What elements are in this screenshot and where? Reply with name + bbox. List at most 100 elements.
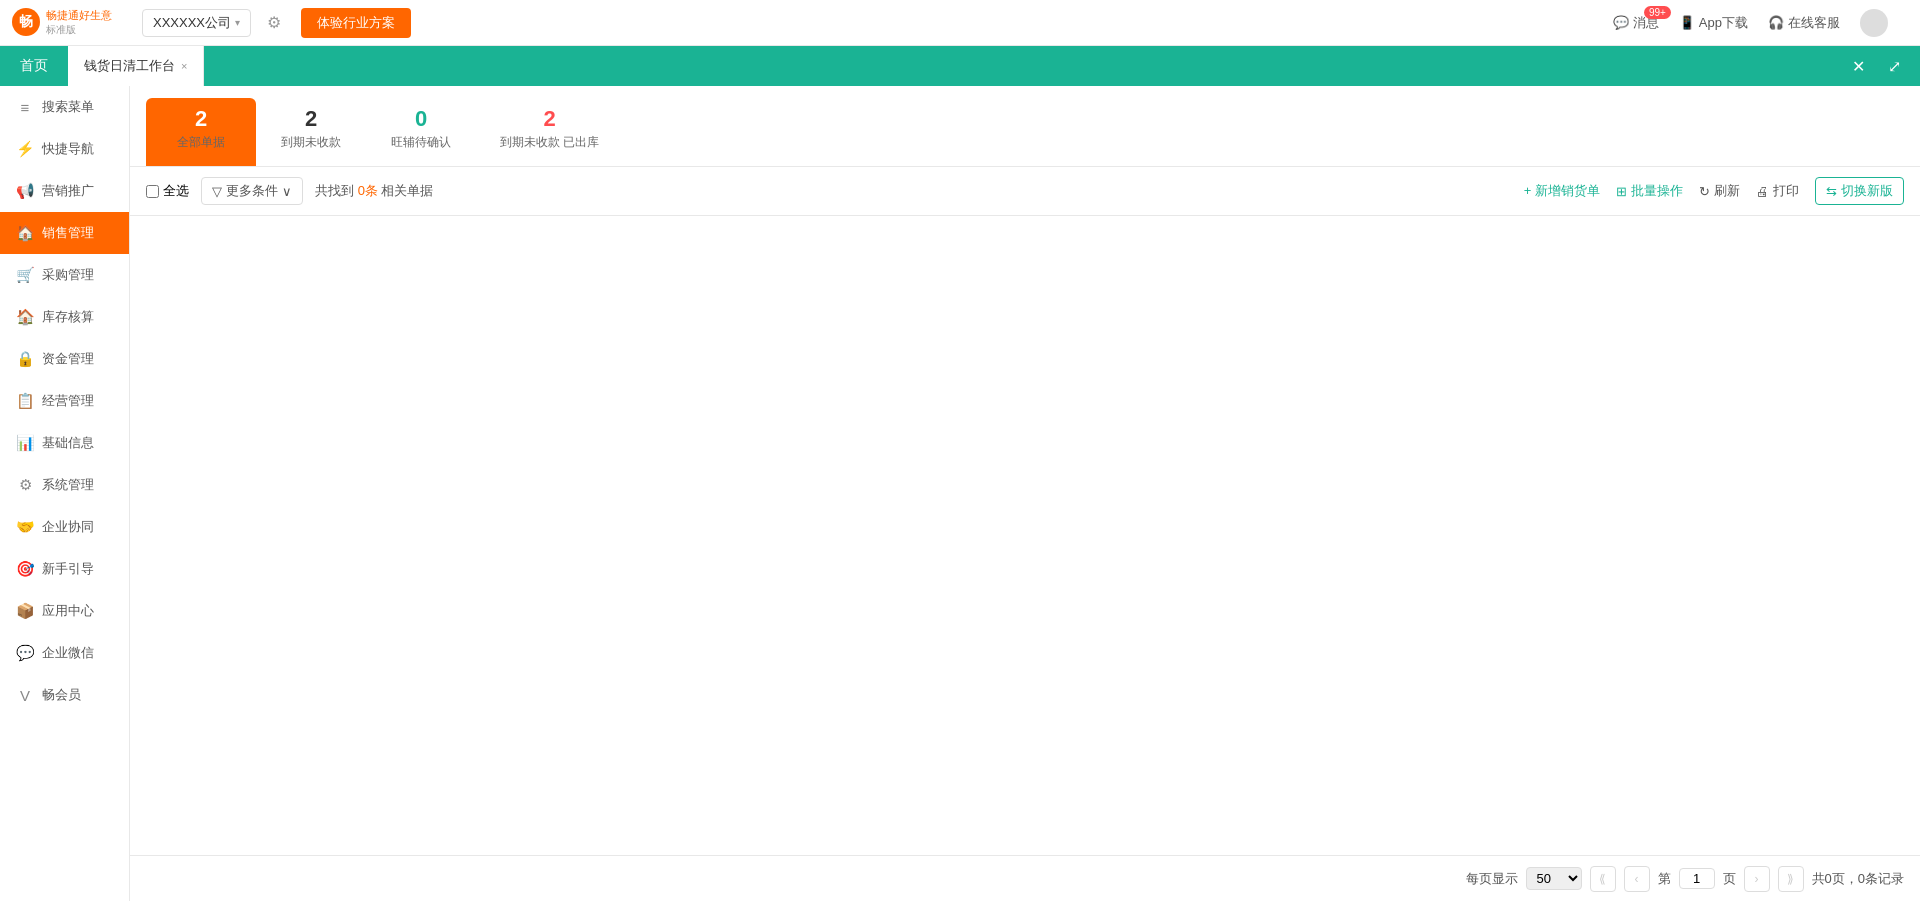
per-page-label: 每页显示 (1466, 870, 1518, 888)
print-icon: 🖨 (1756, 184, 1769, 199)
sidebar-item-apps[interactable]: 📦 应用中心 (0, 590, 129, 632)
print-label: 打印 (1773, 182, 1799, 200)
sidebar-item-inventory[interactable]: 🏠 库存核算 (0, 296, 129, 338)
sidebar-item-guide[interactable]: 🎯 新手引导 (0, 548, 129, 590)
switch-label: 切换新版 (1841, 182, 1893, 200)
sidebar-label-wechat: 企业微信 (42, 644, 94, 662)
logo-area: 畅 畅捷通好生意 标准版 (12, 8, 142, 36)
tab-bar-actions: ✕ ⤢ (1844, 52, 1920, 80)
chevron-down-icon: ∨ (282, 184, 292, 199)
tab-close-icon[interactable]: × (181, 60, 187, 72)
sidebar-item-system[interactable]: ⚙ 系统管理 (0, 464, 129, 506)
messages-badge: 99+ (1644, 6, 1671, 19)
member-icon: V (16, 687, 34, 704)
sidebar-item-operation[interactable]: 📋 经营管理 (0, 380, 129, 422)
sidebar-item-basic-info[interactable]: 📊 基础信息 (0, 422, 129, 464)
stat-label-2: 旺辅待确认 (391, 134, 451, 151)
prev-page-button[interactable]: ‹ (1624, 866, 1650, 892)
last-page-button[interactable]: ⟫ (1778, 866, 1804, 892)
sidebar-item-quick-nav[interactable]: ⚡ 快捷导航 (0, 128, 129, 170)
operation-icon: 📋 (16, 392, 34, 410)
sidebar-item-sales[interactable]: 🏠 销售管理 (0, 212, 129, 254)
sidebar-item-finance[interactable]: 🔒 资金管理 (0, 338, 129, 380)
sidebar-item-member[interactable]: V 畅会员 (0, 674, 129, 716)
select-all-checkbox[interactable]: 全选 (146, 182, 189, 200)
online-service-button[interactable]: 🎧 在线客服 (1768, 14, 1840, 32)
batch-ops-button[interactable]: ⊞ 批量操作 (1616, 182, 1683, 200)
filter-button[interactable]: ▽ 更多条件 ∨ (201, 177, 303, 205)
first-page-button[interactable]: ⟪ (1590, 866, 1616, 892)
download-icon: 📱 (1679, 15, 1695, 30)
batch-icon: ⊞ (1616, 184, 1627, 199)
stat-tab-2[interactable]: 0 旺辅待确认 (366, 98, 476, 166)
app-badge: 标准版 (46, 23, 112, 37)
enterprise-icon: 🤝 (16, 518, 34, 536)
company-selector[interactable]: XXXXXX公司 ▾ (142, 9, 251, 37)
stat-label-3: 到期未收款 已出库 (500, 134, 599, 151)
stats-tabs: 2 全部单据 2 到期未收款 0 旺辅待确认 2 到期未收款 已出库 (130, 86, 1920, 167)
message-icon: 💬 (1613, 15, 1629, 30)
refresh-button[interactable]: ↻ 刷新 (1699, 182, 1740, 200)
filter-icon: ▽ (212, 184, 222, 199)
app-logo: 畅 (12, 8, 40, 36)
tab-close-window-icon[interactable]: ✕ (1844, 52, 1872, 80)
sidebar-item-marketing[interactable]: 📢 营销推广 (0, 170, 129, 212)
stat-tab-0[interactable]: 2 全部单据 (146, 98, 256, 166)
sidebar-label-operation: 经营管理 (42, 392, 94, 410)
stat-tab-1[interactable]: 2 到期未收款 (256, 98, 366, 166)
sidebar: ≡ 搜索菜单 ⚡ 快捷导航 📢 营销推广 🏠 销售管理 🛒 采购管理 🏠 库存核… (0, 86, 130, 901)
system-icon: ⚙ (16, 476, 34, 494)
stat-num-1: 2 (305, 106, 317, 132)
tab-active[interactable]: 钱货日清工作台 × (68, 46, 204, 86)
pagination-bar: 每页显示 102050100 ⟪ ‹ 第 1 页 › ⟫ 共0页，0条记录 (130, 855, 1920, 901)
header-right: 💬 消息 99+ 📱 App下载 🎧 在线客服 (1613, 9, 1908, 37)
select-all-input[interactable] (146, 185, 159, 198)
tab-bar: 首页 钱货日清工作台 × ✕ ⤢ (0, 46, 1920, 86)
page-input[interactable]: 1 (1679, 868, 1715, 889)
next-page-button[interactable]: › (1744, 866, 1770, 892)
page-label: 第 (1658, 870, 1671, 888)
refresh-label: 刷新 (1714, 182, 1740, 200)
search-menu-icon: ≡ (16, 99, 34, 116)
sidebar-label-search-menu: 搜索菜单 (42, 98, 94, 116)
app-download-label: App下载 (1699, 14, 1748, 32)
refresh-icon: ↻ (1699, 184, 1710, 199)
sidebar-label-member: 畅会员 (42, 686, 81, 704)
print-button[interactable]: 🖨 打印 (1756, 182, 1799, 200)
chevron-down-icon: ▾ (235, 17, 240, 28)
total-info: 共0页，0条记录 (1812, 870, 1904, 888)
switch-version-button[interactable]: ⇆ 切换新版 (1815, 177, 1904, 205)
toolbar: 全选 ▽ 更多条件 ∨ 共找到 0条 相关单据 + 新增销货单 ⊞ 批量操作 ↻ (130, 167, 1920, 216)
tab-label: 钱货日清工作台 (84, 57, 175, 75)
sales-icon: 🏠 (16, 224, 34, 242)
sidebar-item-search-menu[interactable]: ≡ 搜索菜单 (0, 86, 129, 128)
stat-num-2: 0 (415, 106, 427, 132)
table-area (130, 216, 1920, 855)
service-icon: 🎧 (1768, 15, 1784, 30)
sidebar-item-wechat[interactable]: 💬 企业微信 (0, 632, 129, 674)
sidebar-label-marketing: 营销推广 (42, 182, 94, 200)
content-area: 2 全部单据 2 到期未收款 0 旺辅待确认 2 到期未收款 已出库 全选 ▽ … (130, 86, 1920, 901)
sidebar-item-enterprise[interactable]: 🤝 企业协同 (0, 506, 129, 548)
quick-nav-icon: ⚡ (16, 140, 34, 158)
sidebar-label-apps: 应用中心 (42, 602, 94, 620)
sidebar-label-purchase: 采购管理 (42, 266, 94, 284)
switch-icon: ⇆ (1826, 184, 1837, 199)
stat-tab-3[interactable]: 2 到期未收款 已出库 (476, 98, 623, 166)
select-all-label: 全选 (163, 182, 189, 200)
experience-button[interactable]: 体验行业方案 (301, 8, 411, 38)
per-page-select[interactable]: 102050100 (1526, 867, 1582, 890)
sidebar-item-purchase[interactable]: 🛒 采购管理 (0, 254, 129, 296)
sidebar-label-basic-info: 基础信息 (42, 434, 94, 452)
toolbar-right: + 新增销货单 ⊞ 批量操作 ↻ 刷新 🖨 打印 ⇆ 切换新版 (1524, 177, 1904, 205)
stat-num-0: 2 (195, 106, 207, 132)
new-sale-button[interactable]: + 新增销货单 (1524, 182, 1600, 200)
app-download-button[interactable]: 📱 App下载 (1679, 14, 1748, 32)
settings-button[interactable]: ⚙ (259, 8, 289, 38)
found-count: 0条 (358, 183, 378, 198)
tab-expand-icon[interactable]: ⤢ (1880, 52, 1908, 80)
messages-button[interactable]: 💬 消息 99+ (1613, 14, 1659, 32)
tab-home[interactable]: 首页 (0, 46, 68, 86)
sidebar-label-enterprise: 企业协同 (42, 518, 94, 536)
avatar[interactable] (1860, 9, 1888, 37)
